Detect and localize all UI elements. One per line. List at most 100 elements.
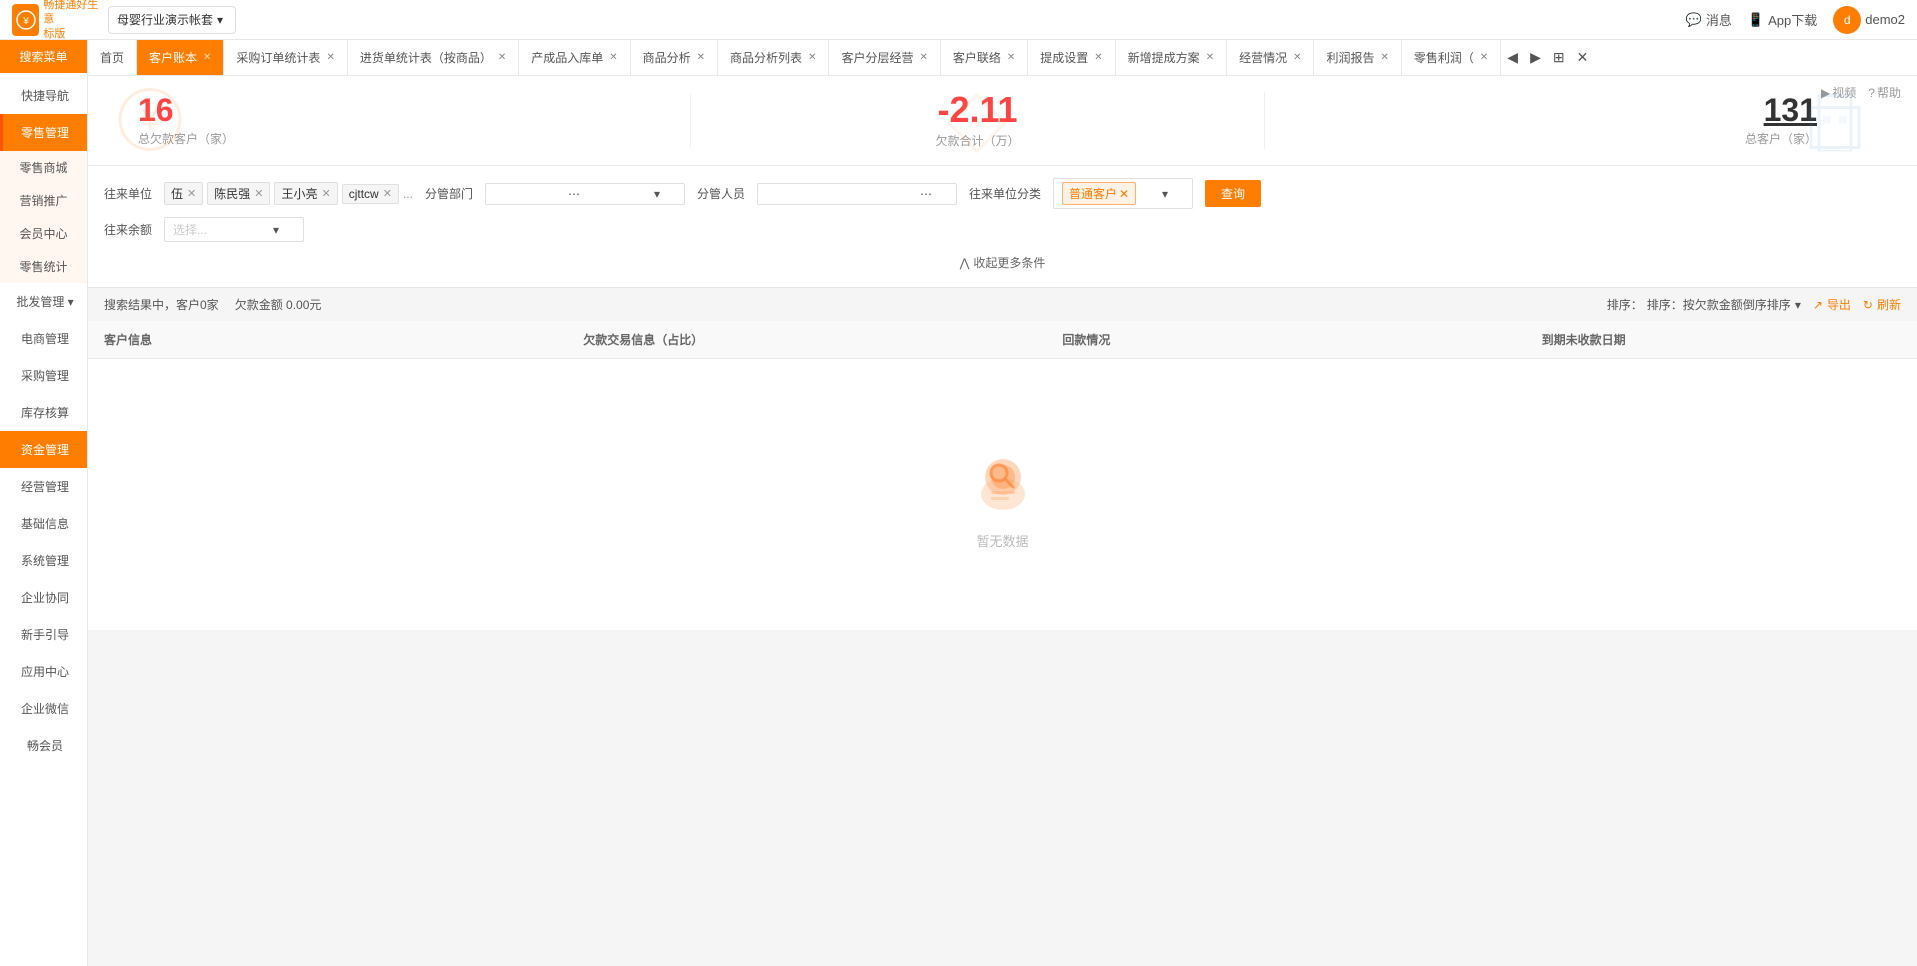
sidebar-item-ecommerce[interactable]: 电商管理 bbox=[0, 320, 87, 357]
sidebar-item-marketing[interactable]: 营销推广 bbox=[0, 184, 87, 217]
tab-goods-analysis[interactable]: 商品分析 ✕ bbox=[631, 40, 718, 76]
close-tab-goods[interactable]: ✕ bbox=[697, 52, 705, 63]
result-actions: 排序： 排序：按欠款金额倒序排序 ▾ ↗ 导出 ↻ 刷新 bbox=[1607, 296, 1901, 313]
filter-area: 往来单位 伍 ✕ 陈民强 ✕ 王小亮 ✕ bbox=[88, 166, 1917, 288]
category-filter-label: 往来单位分类 bbox=[969, 185, 1041, 202]
sidebar-item-enterprise[interactable]: 企业协同 bbox=[0, 579, 87, 616]
sidebar-item-finance[interactable]: 资金管理 bbox=[0, 431, 87, 468]
close-tab-segment[interactable]: ✕ bbox=[919, 52, 927, 63]
sidebar-item-retail[interactable]: 零售管理 bbox=[0, 114, 87, 151]
filter-row-2: 往来余额 选择... ▾ bbox=[104, 217, 1901, 242]
refresh-icon: ↻ bbox=[1863, 298, 1873, 312]
filter-tag-wu[interactable]: 伍 ✕ bbox=[164, 182, 203, 205]
filter-tag-chen[interactable]: 陈民强 ✕ bbox=[207, 182, 270, 205]
stat-total-clients: 131 总客户（家） bbox=[1265, 94, 1897, 147]
sidebar-item-basic[interactable]: 基础信息 bbox=[0, 505, 87, 542]
balance-filter-label: 往来余额 bbox=[104, 221, 152, 238]
data-table: 客户信息 欠款交易信息（占比） 回款情况 到期未收款日期 bbox=[88, 321, 1917, 630]
balance-filter-select[interactable]: 选择... ▾ bbox=[164, 217, 304, 242]
stats-bar: ▶ 视频 ? 帮助 ¥ 16 bbox=[88, 76, 1917, 166]
close-tab-customer-book[interactable]: ✕ bbox=[203, 52, 211, 63]
result-summary: 搜索结果中，客户0家 bbox=[104, 296, 219, 313]
close-tab-stock[interactable]: ✕ bbox=[498, 52, 506, 63]
remove-tag-chen[interactable]: ✕ bbox=[254, 187, 263, 200]
unit-filter-label: 往来单位 bbox=[104, 185, 152, 202]
category-selected-tag[interactable]: 普通客户 ✕ bbox=[1062, 182, 1136, 205]
app-download-btn[interactable]: 📱 App下载 bbox=[1748, 10, 1817, 29]
close-tab-profit[interactable]: ✕ bbox=[1381, 52, 1389, 63]
stat-total-customers: ¥ 16 总欠款客户（家） bbox=[108, 94, 691, 147]
content-area: 首页 客户账本 ✕ 采购订单统计表 ✕ 进货单统计表（按商品） ✕ 产成品入库单… bbox=[88, 40, 1917, 966]
sidebar-item-appstore[interactable]: 应用中心 bbox=[0, 653, 87, 690]
remove-tag-cjttcw[interactable]: ✕ bbox=[383, 187, 392, 200]
tab-cost-in[interactable]: 产成品入库单 ✕ bbox=[519, 40, 630, 76]
tab-nav-next[interactable]: ▶ bbox=[1524, 49, 1547, 66]
unit-filter-tags: 伍 ✕ 陈民强 ✕ 王小亮 ✕ cjttcw ✕ bbox=[164, 182, 413, 205]
svg-text:¥: ¥ bbox=[141, 103, 159, 136]
close-tab-promote[interactable]: ✕ bbox=[1094, 52, 1102, 63]
person-filter-label: 分管人员 bbox=[697, 185, 745, 202]
sidebar-item-member[interactable]: 会员中心 bbox=[0, 217, 87, 250]
sidebar-item-retail-mall[interactable]: 零售商城 bbox=[0, 151, 87, 184]
close-tab-costin[interactable]: ✕ bbox=[609, 52, 617, 63]
category-filter-select[interactable]: 普通客户 ✕ ▾ bbox=[1053, 178, 1193, 209]
tab-customer-segment[interactable]: 客户分层经营 ✕ bbox=[829, 40, 940, 76]
sidebar-search[interactable]: 搜索菜单 bbox=[0, 40, 87, 73]
sidebar-item-wechat[interactable]: 企业微信 bbox=[0, 690, 87, 727]
tab-nav-prev[interactable]: ◀ bbox=[1501, 49, 1524, 66]
close-tab-contact[interactable]: ✕ bbox=[1007, 52, 1015, 63]
user-avatar[interactable]: d demo2 bbox=[1833, 6, 1905, 34]
message-btn[interactable]: 💬 消息 bbox=[1686, 10, 1732, 29]
tab-promote[interactable]: 提成设置 ✕ bbox=[1028, 40, 1115, 76]
sidebar-item-member2[interactable]: 畅会员 bbox=[0, 727, 87, 764]
logo-text: 畅捷通好生意 标版 bbox=[43, 0, 100, 41]
query-button[interactable]: 查询 bbox=[1205, 180, 1261, 207]
tab-customer-book[interactable]: 客户账本 ✕ bbox=[137, 40, 224, 76]
filter-row-1: 往来单位 伍 ✕ 陈民强 ✕ 王小亮 ✕ bbox=[104, 178, 1901, 209]
sidebar-item-purchase[interactable]: 采购管理 bbox=[0, 357, 87, 394]
person-filter-select[interactable]: ⋯ bbox=[757, 183, 957, 205]
tab-home[interactable]: 首页 bbox=[88, 40, 137, 76]
remove-category-tag[interactable]: ✕ bbox=[1119, 187, 1129, 201]
filter-tag-wang[interactable]: 王小亮 ✕ bbox=[274, 182, 337, 205]
tab-nav-expand[interactable]: ⊞ bbox=[1547, 49, 1571, 66]
close-tab-business[interactable]: ✕ bbox=[1293, 52, 1301, 63]
close-tab-purchase[interactable]: ✕ bbox=[326, 52, 334, 63]
account-selector[interactable]: 母婴行业演示帐套 ▾ bbox=[108, 6, 236, 34]
tab-retail-profit[interactable]: 零售利润（ ✕ bbox=[1402, 40, 1501, 76]
filter-tag-cjttcw[interactable]: cjttcw ✕ bbox=[342, 184, 399, 204]
sort-button[interactable]: 排序： 排序：按欠款金额倒序排序 ▾ bbox=[1607, 296, 1801, 313]
sidebar-item-operations[interactable]: 经营管理 bbox=[0, 468, 87, 505]
sidebar-item-quick-nav[interactable]: 快捷导航 bbox=[0, 77, 87, 114]
dept-filter-select[interactable]: ⋯ ▾ bbox=[485, 183, 685, 205]
logo-area: ¥ 畅捷通好生意 标版 bbox=[12, 0, 100, 41]
sidebar-item-wholesale[interactable]: 批发管理 ▾ bbox=[0, 283, 87, 320]
logo-icon: ¥ bbox=[12, 4, 39, 36]
tab-nav-close-all[interactable]: ✕ bbox=[1571, 49, 1595, 66]
export-btn[interactable]: ↗ 导出 bbox=[1813, 296, 1851, 313]
close-tab-retailprofit[interactable]: ✕ bbox=[1480, 52, 1488, 63]
remove-tag-wu[interactable]: ✕ bbox=[187, 187, 196, 200]
filter-more-tags[interactable]: ... bbox=[403, 187, 413, 201]
empty-text: 暂无数据 bbox=[976, 531, 1028, 550]
sidebar-item-retail-stats[interactable]: 零售统计 bbox=[0, 250, 87, 283]
tab-goods-list[interactable]: 商品分析列表 ✕ bbox=[718, 40, 829, 76]
tab-new-promote[interactable]: 新增提成方案 ✕ bbox=[1116, 40, 1227, 76]
sidebar-item-inventory[interactable]: 库存核算 bbox=[0, 394, 87, 431]
tab-purchase-order[interactable]: 采购订单统计表 ✕ bbox=[224, 40, 347, 76]
tab-profit[interactable]: 利润报告 ✕ bbox=[1314, 40, 1401, 76]
col-header-customer: 客户信息 bbox=[104, 331, 583, 348]
close-tab-newpromote[interactable]: ✕ bbox=[1206, 52, 1214, 63]
tab-stock-stats[interactable]: 进货单统计表（按商品） ✕ bbox=[348, 40, 519, 76]
sidebar-item-newguide[interactable]: 新手引导 bbox=[0, 616, 87, 653]
remove-tag-wang[interactable]: ✕ bbox=[322, 187, 331, 200]
refresh-btn[interactable]: ↻ 刷新 bbox=[1863, 296, 1901, 313]
collapse-filter-btn[interactable]: ⋀ 收起更多条件 bbox=[948, 250, 1058, 275]
tab-business[interactable]: 经营情况 ✕ bbox=[1227, 40, 1314, 76]
col-header-repay: 回款情况 bbox=[1062, 331, 1541, 348]
close-tab-goodslist[interactable]: ✕ bbox=[808, 52, 816, 63]
svg-text:¥: ¥ bbox=[22, 16, 29, 27]
sort-label: 排序： bbox=[1607, 296, 1643, 313]
sidebar-item-system[interactable]: 系统管理 bbox=[0, 542, 87, 579]
tab-contact[interactable]: 客户联络 ✕ bbox=[941, 40, 1028, 76]
